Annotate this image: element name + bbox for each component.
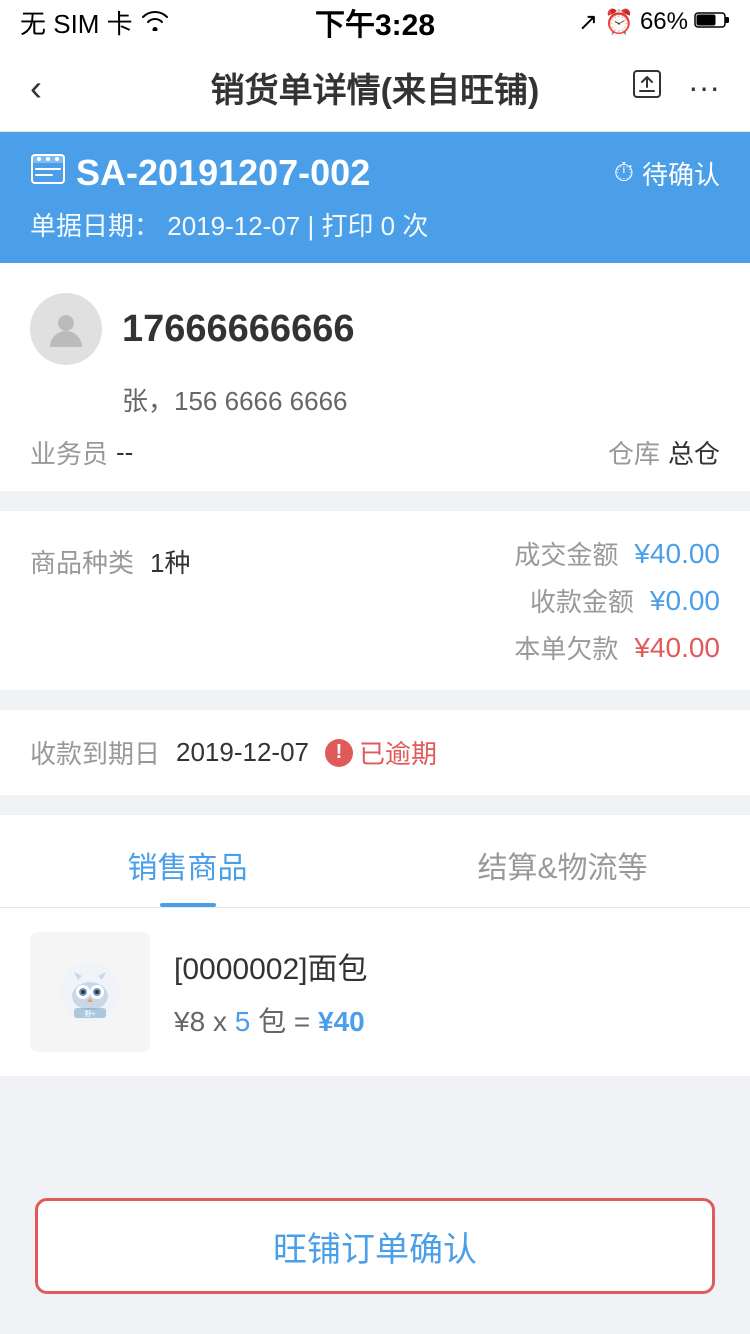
product-item: 野+ [0000002]面包 ¥8 x 5 包 = ¥40 [0, 908, 750, 1076]
product-price-row: ¥8 x 5 包 = ¥40 [174, 1000, 720, 1040]
status-time: 下午3:28 [315, 0, 435, 44]
customer-name: 张，156 6666 6666 [30, 381, 720, 418]
customer-meta: 业务员 -- 仓库 总仓 [30, 434, 720, 471]
tab-settlement[interactable]: 结算&物流等 [375, 815, 750, 907]
location-icon: ↗ [578, 8, 598, 37]
nav-right-actions: ··· [630, 67, 720, 109]
alarm-icon: ⏰ [604, 8, 634, 37]
customer-phone: 17666666666 [122, 308, 354, 351]
product-details: [0000002]面包 ¥8 x 5 包 = ¥40 [174, 944, 720, 1040]
product-total: ¥40 [318, 1006, 365, 1037]
overdue-warning-icon: ! [325, 739, 353, 767]
status-right-icons: ↗ ⏰ 66% [578, 8, 730, 37]
carrier-text: 无 SIM 卡 [20, 4, 133, 41]
confirm-button-container: 旺铺订单确认 [35, 1198, 715, 1294]
summary-section: 商品种类 1种 成交金额 ¥40.00 收款金额 ¥0.00 本单欠款 ¥40.… [0, 511, 750, 690]
customer-top: 17666666666 [30, 293, 720, 365]
product-type-info: 商品种类 1种 [30, 535, 514, 580]
order-header-banner: SA-20191207-002 ⏱ 待确认 单据日期： 2019-12-07 |… [0, 132, 750, 263]
order-status: ⏱ 待确认 [614, 155, 720, 192]
order-date-row: 单据日期： 2019-12-07 | 打印 0 次 [30, 206, 720, 243]
wifi-icon [141, 7, 169, 38]
overdue-badge: ! 已逾期 [325, 734, 437, 771]
status-carrier: 无 SIM 卡 [20, 4, 169, 41]
battery-level: 66% [640, 8, 688, 36]
order-icon [30, 152, 66, 194]
clock-icon: ⏱ [614, 157, 634, 189]
tab-sales-products[interactable]: 销售商品 [0, 815, 375, 907]
page-title: 销货单详情(来自旺铺) [211, 63, 540, 112]
battery-icon [694, 8, 730, 36]
customer-section: 17666666666 张，156 6666 6666 业务员 -- 仓库 总仓 [0, 263, 750, 491]
received-amount-row: 收款金额 ¥0.00 [530, 582, 720, 619]
svg-text:野+: 野+ [84, 1010, 95, 1018]
more-icon[interactable]: ··· [688, 69, 720, 106]
product-name: [0000002]面包 [174, 944, 720, 988]
confirm-order-button[interactable]: 旺铺订单确认 [35, 1198, 715, 1294]
salesperson-info: 业务员 -- [30, 434, 133, 471]
deal-amount-row: 成交金额 ¥40.00 [514, 535, 720, 572]
order-id: SA-20191207-002 [30, 152, 370, 194]
warehouse-info: 仓库 总仓 [608, 434, 720, 471]
tabs-section: 销售商品 结算&物流等 [0, 815, 750, 908]
product-price: ¥8 [174, 1006, 205, 1037]
due-date-section: 收款到期日 2019-12-07 ! 已逾期 [0, 710, 750, 795]
back-button[interactable]: ‹ [30, 67, 42, 109]
amount-summary: 成交金额 ¥40.00 收款金额 ¥0.00 本单欠款 ¥40.00 [514, 535, 720, 666]
avatar [30, 293, 102, 365]
product-thumbnail: 野+ [30, 932, 150, 1052]
share-icon[interactable] [630, 67, 664, 109]
owed-amount-row: 本单欠款 ¥40.00 [514, 629, 720, 666]
product-qty: 5 [235, 1006, 251, 1037]
tabs-row: 销售商品 结算&物流等 [0, 815, 750, 908]
nav-bar: ‹ 销货单详情(来自旺铺) ··· [0, 44, 750, 132]
status-bar: 无 SIM 卡 下午3:28 ↗ ⏰ 66% [0, 0, 750, 44]
